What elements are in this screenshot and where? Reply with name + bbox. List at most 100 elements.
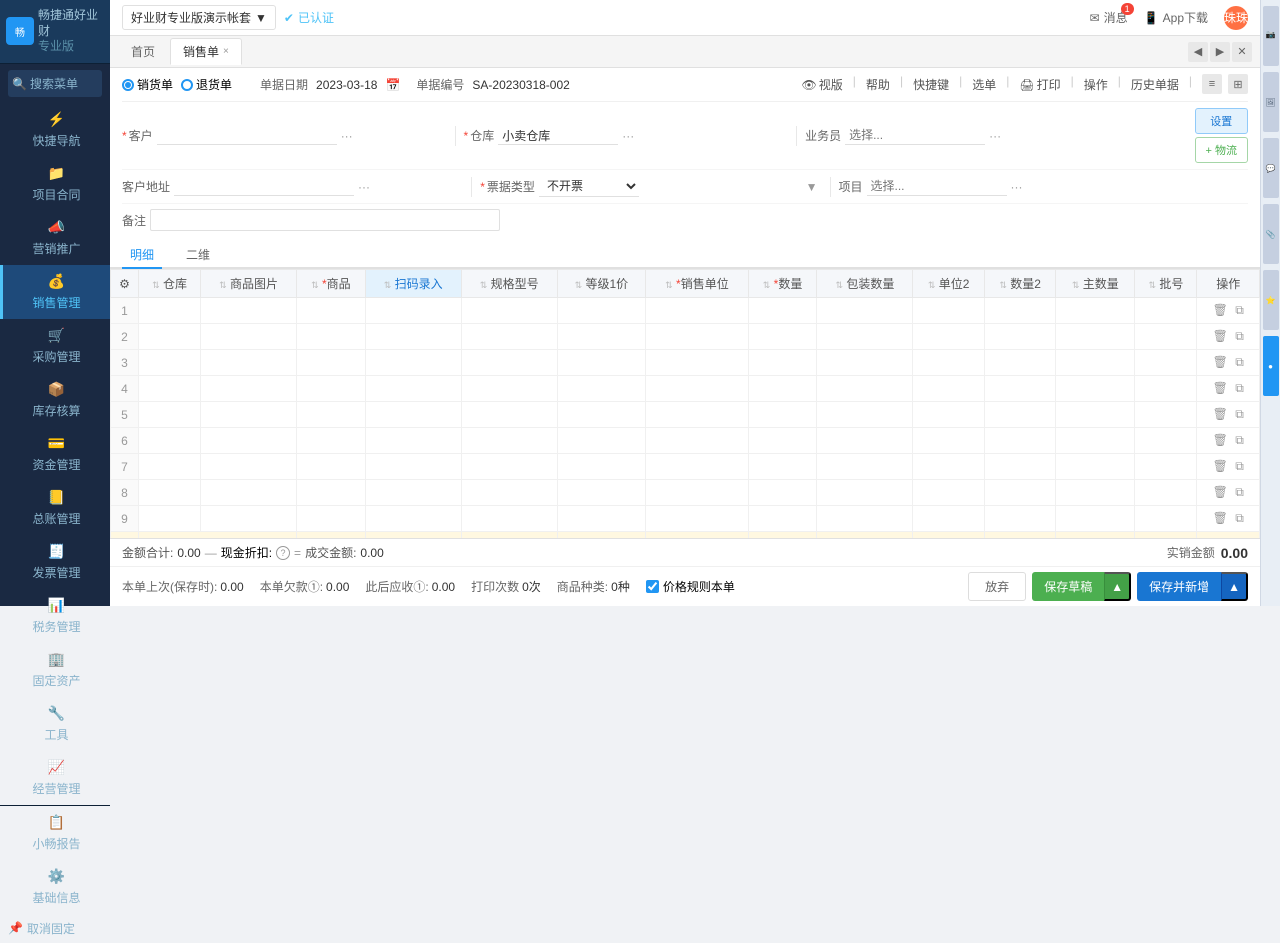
cell-qty2[interactable] (984, 324, 1055, 350)
cell-batch[interactable] (1135, 376, 1197, 402)
cell-pack-qty[interactable] (817, 376, 913, 402)
row-copy-btn[interactable]: ⧉ (1233, 354, 1246, 371)
cell-unit2[interactable] (913, 376, 984, 402)
cell-product[interactable] (297, 376, 366, 402)
cell-unit2[interactable] (913, 350, 984, 376)
cell-qty2[interactable] (984, 480, 1055, 506)
cell-unit2[interactable] (913, 428, 984, 454)
sidebar-item-inventory[interactable]: 📦 库存核算 (0, 373, 110, 427)
cell-qty2[interactable] (984, 376, 1055, 402)
cell-quantity[interactable] (748, 428, 817, 454)
cell-image[interactable] (201, 454, 297, 480)
cell-main-qty[interactable] (1056, 324, 1135, 350)
cell-unit[interactable] (646, 480, 749, 506)
row-delete-btn[interactable]: 🗑 (1211, 432, 1230, 448)
cell-price1[interactable] (557, 506, 645, 532)
cell-batch[interactable] (1135, 428, 1197, 454)
cell-batch-import[interactable] (365, 454, 461, 480)
cell-main-qty[interactable] (1056, 454, 1135, 480)
row-copy-btn[interactable]: ⧉ (1233, 328, 1246, 345)
row-copy-btn[interactable]: ⧉ (1233, 510, 1246, 527)
row-delete-btn[interactable]: 🗑 (1211, 406, 1230, 422)
cell-qty2[interactable] (984, 506, 1055, 532)
cell-batch-import[interactable] (365, 324, 461, 350)
cell-batch[interactable] (1135, 402, 1197, 428)
address-input[interactable] (174, 177, 354, 196)
cell-spec[interactable] (461, 324, 557, 350)
discount-help-icon[interactable]: ? (276, 546, 290, 560)
cell-batch[interactable] (1135, 506, 1197, 532)
sidebar-item-report[interactable]: 📋 小畅报告 (0, 806, 110, 860)
radio-return[interactable]: 退货单 (181, 76, 232, 93)
cell-image[interactable] (201, 350, 297, 376)
cell-pack-qty[interactable] (817, 350, 913, 376)
cell-qty2[interactable] (984, 454, 1055, 480)
view-toggle-grid[interactable]: ⊞ (1228, 74, 1248, 94)
cell-main-qty[interactable] (1056, 428, 1135, 454)
cell-product[interactable] (297, 428, 366, 454)
row-copy-btn[interactable]: ⧉ (1233, 458, 1246, 475)
cell-product[interactable] (297, 324, 366, 350)
row-delete-btn[interactable]: 🗑 (1211, 302, 1230, 318)
cell-spec[interactable] (461, 350, 557, 376)
tab-close-icon[interactable]: × (223, 46, 229, 57)
tab-next-button[interactable]: ▶ (1210, 42, 1230, 62)
row-delete-btn[interactable]: 🗑 (1211, 380, 1230, 396)
sidebar-item-marketing[interactable]: 📣 营销推广 (0, 211, 110, 265)
cell-spec[interactable] (461, 402, 557, 428)
cell-warehouse[interactable] (139, 506, 201, 532)
cell-product[interactable] (297, 350, 366, 376)
cell-quantity[interactable] (748, 480, 817, 506)
cell-price1[interactable] (557, 402, 645, 428)
cell-spec[interactable] (461, 428, 557, 454)
remarks-input[interactable] (150, 209, 500, 231)
right-panel-star[interactable]: ⭐ (1263, 270, 1279, 330)
cell-pack-qty[interactable] (817, 324, 913, 350)
cell-image[interactable] (201, 428, 297, 454)
cell-product[interactable] (297, 454, 366, 480)
select-btn[interactable]: 选单 (968, 74, 1000, 95)
cell-batch[interactable] (1135, 480, 1197, 506)
cell-price1[interactable] (557, 298, 645, 324)
cell-main-qty[interactable] (1056, 402, 1135, 428)
right-panel-active-btn[interactable]: ● (1263, 336, 1279, 396)
cell-main-qty[interactable] (1056, 480, 1135, 506)
cell-unit[interactable] (646, 324, 749, 350)
user-menu[interactable]: 珠珠 (1224, 6, 1248, 30)
cell-qty2[interactable] (984, 350, 1055, 376)
cell-batch-import[interactable] (365, 506, 461, 532)
cell-price1[interactable] (557, 350, 645, 376)
calendar-icon[interactable]: 📅 (385, 78, 400, 92)
save-draft-button[interactable]: 保存草稿 (1032, 572, 1104, 601)
customer-more-icon[interactable]: ··· (337, 129, 357, 143)
cell-warehouse[interactable] (139, 428, 201, 454)
add-logistics-button[interactable]: + 物流 (1195, 137, 1248, 163)
cell-image[interactable] (201, 324, 297, 350)
th-settings[interactable]: ⚙ (111, 270, 139, 298)
cell-image[interactable] (201, 480, 297, 506)
radio-sale[interactable]: 销货单 (122, 76, 173, 93)
right-panel-chat[interactable]: 💬 (1263, 138, 1279, 198)
cell-pack-qty[interactable] (817, 506, 913, 532)
cell-image[interactable] (201, 402, 297, 428)
row-copy-btn[interactable]: ⧉ (1233, 432, 1246, 449)
cell-unit2[interactable] (913, 324, 984, 350)
tab-2d[interactable]: 二维 (178, 242, 218, 269)
cell-warehouse[interactable] (139, 376, 201, 402)
tab-detail[interactable]: 明细 (122, 242, 162, 269)
address-more-icon[interactable]: ··· (354, 180, 374, 194)
cell-unit2[interactable] (913, 298, 984, 324)
cell-quantity[interactable] (748, 376, 817, 402)
cell-warehouse[interactable] (139, 480, 201, 506)
cell-price1[interactable] (557, 480, 645, 506)
company-selector[interactable]: 好业财专业版演示帐套 ▼ (122, 5, 276, 30)
help-btn[interactable]: 帮助 (862, 74, 894, 95)
app-download-button[interactable]: 📱 App下载 (1144, 9, 1208, 26)
cell-price1[interactable] (557, 454, 645, 480)
cell-quantity[interactable] (748, 350, 817, 376)
cell-main-qty[interactable] (1056, 298, 1135, 324)
right-panel-image[interactable]: 🖼 (1263, 72, 1279, 132)
cell-spec[interactable] (461, 454, 557, 480)
cell-batch-import[interactable] (365, 376, 461, 402)
cell-batch[interactable] (1135, 350, 1197, 376)
